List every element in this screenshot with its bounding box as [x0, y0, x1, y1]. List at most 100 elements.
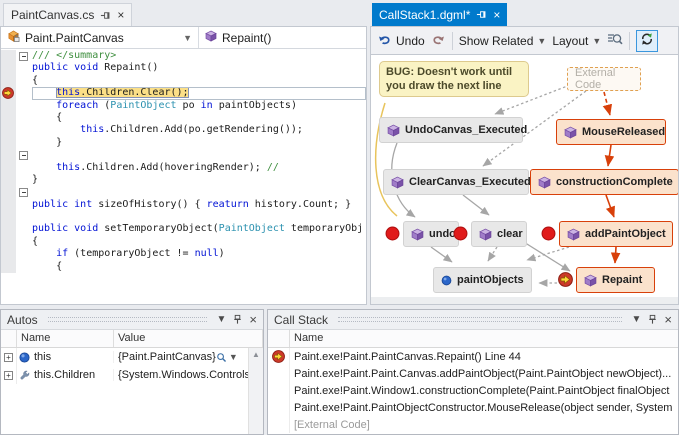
- code-line[interactable]: {: [1, 112, 366, 124]
- breakpoint-margin[interactable]: [1, 162, 16, 174]
- code-line-text[interactable]: this.Children.Add(hoveringRender); //: [32, 162, 366, 174]
- callstack-row[interactable]: Paint.exe!Paint.Window1.constructionComp…: [268, 382, 678, 399]
- code-line-text[interactable]: {: [32, 236, 366, 248]
- close-icon[interactable]: ×: [249, 312, 257, 327]
- code-line-text[interactable]: [32, 211, 366, 223]
- breakpoint-margin[interactable]: [1, 137, 16, 149]
- bug-note[interactable]: BUG: Doesn't work until you draw the nex…: [379, 61, 529, 97]
- callstack-row[interactable]: Paint.exe!Paint.PaintObjectConstructor.M…: [268, 399, 678, 416]
- tab-paintcanvas[interactable]: PaintCanvas.cs ×: [3, 3, 132, 26]
- code-line-text[interactable]: public int sizeOfHistory() { reaturn his…: [32, 199, 366, 211]
- close-icon[interactable]: ×: [664, 312, 672, 327]
- window-menu-icon[interactable]: ▼: [632, 314, 642, 325]
- code-line-text[interactable]: {: [32, 112, 366, 124]
- collapse-box-icon[interactable]: [19, 151, 28, 160]
- code-line[interactable]: }: [1, 137, 366, 149]
- code-line-text[interactable]: [32, 149, 366, 161]
- canvas-scrollbar-track[interactable]: [371, 297, 678, 304]
- code-line-text[interactable]: this.Children.Clear();: [32, 87, 366, 99]
- breakpoint-margin[interactable]: [1, 186, 16, 198]
- code-line[interactable]: this.Children.Add(po.getRendering());: [1, 124, 366, 136]
- dgml-node-mousereleased[interactable]: MouseReleased: [556, 119, 666, 145]
- code-line-text[interactable]: }: [32, 174, 366, 186]
- collapse-box-icon[interactable]: [19, 188, 28, 197]
- dgml-node-addpaintobject[interactable]: addPaintObject: [559, 221, 673, 247]
- column-header-value[interactable]: Value: [114, 330, 263, 347]
- value-tools[interactable]: ▼: [216, 352, 238, 363]
- dgml-node-undo[interactable]: undo: [403, 221, 459, 247]
- callstack-row[interactable]: Paint.exe!Paint.Paint.Canvas.addPaintObj…: [268, 365, 678, 382]
- method-selector[interactable]: Repaint(): [199, 27, 277, 48]
- drag-grip[interactable]: [48, 317, 207, 322]
- dgml-node-undocanvas-executed[interactable]: UndoCanvas_Executed: [379, 117, 523, 143]
- variable-name-cell[interactable]: this: [17, 351, 114, 363]
- expander-icon[interactable]: +: [4, 371, 13, 380]
- breakpoint-margin[interactable]: [1, 124, 16, 136]
- variable-value-cell[interactable]: {Paint.PaintCanvas}▼: [114, 351, 248, 363]
- dgml-node-clearcanvas-executed[interactable]: ClearCanvas_Executed: [383, 169, 529, 195]
- layout-dropdown[interactable]: Layout ▼: [552, 34, 601, 48]
- autos-titlebar[interactable]: Autos ▼ ×: [1, 310, 263, 330]
- dgml-node-constructioncomplete[interactable]: constructionComplete: [530, 169, 679, 195]
- code-line[interactable]: this.Children.Add(hoveringRender); //: [1, 162, 366, 174]
- code-line[interactable]: [1, 211, 366, 223]
- code-line-text[interactable]: public void Repaint(): [32, 62, 366, 74]
- code-line[interactable]: /// </summary>: [1, 50, 366, 62]
- sync-button[interactable]: [636, 30, 658, 52]
- chevron-down-icon[interactable]: ▼: [229, 352, 238, 362]
- callstack-row[interactable]: [External Code]: [268, 416, 678, 433]
- code-line-text[interactable]: {: [32, 75, 366, 87]
- code-line[interactable]: [1, 186, 366, 198]
- code-line[interactable]: foreach (PaintObject po in paintObjects): [1, 100, 366, 112]
- code-editor[interactable]: /// </summary>public void Repaint(){ thi…: [1, 50, 366, 304]
- collapse-box-icon[interactable]: [19, 52, 28, 61]
- breakpoint-margin[interactable]: [1, 62, 16, 74]
- breakpoint-margin[interactable]: [1, 248, 16, 260]
- code-line[interactable]: public void Repaint(): [1, 62, 366, 74]
- breakpoint-margin[interactable]: [1, 211, 16, 223]
- breakpoint-margin[interactable]: [1, 87, 16, 99]
- variable-value-cell[interactable]: {System.Windows.Controls: [114, 369, 248, 381]
- code-line[interactable]: this.Children.Clear();: [1, 87, 366, 99]
- breakpoint-margin[interactable]: [1, 50, 16, 62]
- code-line[interactable]: public void setTemporaryObject(PaintObje…: [1, 223, 366, 235]
- code-line[interactable]: if (temporaryObject != null): [1, 248, 366, 260]
- code-line-text[interactable]: }: [32, 137, 366, 149]
- breakpoint-margin[interactable]: [1, 75, 16, 87]
- code-line-text[interactable]: public void setTemporaryObject(PaintObje…: [32, 223, 366, 235]
- callstack-titlebar[interactable]: Call Stack ▼ ×: [268, 310, 678, 330]
- pin-icon[interactable]: [232, 314, 243, 325]
- code-line-text[interactable]: if (temporaryObject != null): [32, 248, 366, 260]
- breakpoint-margin[interactable]: [1, 199, 16, 211]
- breakpoint-icon[interactable]: [541, 226, 556, 246]
- pin-icon[interactable]: [100, 10, 111, 21]
- dgml-canvas[interactable]: BUG: Doesn't work until you draw the nex…: [370, 54, 679, 305]
- autos-row[interactable]: + this{Paint.PaintCanvas}▼: [1, 348, 248, 366]
- drag-grip[interactable]: [338, 317, 621, 322]
- pin-icon[interactable]: [476, 9, 487, 20]
- column-header-name[interactable]: Name: [290, 330, 678, 347]
- breakpoint-margin[interactable]: [1, 174, 16, 186]
- expander-icon[interactable]: +: [4, 353, 13, 362]
- code-line[interactable]: {: [1, 236, 366, 248]
- magnifier-icon[interactable]: [216, 352, 227, 363]
- dgml-node-clear[interactable]: clear: [471, 221, 527, 247]
- breakpoint-margin[interactable]: [1, 236, 16, 248]
- column-header-name[interactable]: Name: [17, 330, 114, 347]
- code-line-text[interactable]: this.Children.Add(po.getRendering());: [32, 124, 366, 136]
- code-line-text[interactable]: /// </summary>: [32, 50, 366, 62]
- dgml-node-external-code[interactable]: External Code: [567, 67, 641, 91]
- dgml-node-repaint[interactable]: Repaint: [576, 267, 655, 293]
- breakpoint-icon[interactable]: [385, 226, 400, 246]
- variable-name-cell[interactable]: this.Children: [17, 369, 114, 381]
- code-line-text[interactable]: {: [32, 261, 366, 273]
- code-line[interactable]: }: [1, 174, 366, 186]
- code-line[interactable]: {: [1, 261, 366, 273]
- zoom-to-fit-button[interactable]: [607, 31, 623, 50]
- breakpoint-margin[interactable]: [1, 100, 16, 112]
- autos-row[interactable]: + this.Children{System.Windows.Controls: [1, 366, 248, 384]
- tab-callstack-dgml[interactable]: CallStack1.dgml* ×: [372, 3, 507, 26]
- callstack-row[interactable]: Paint.exe!Paint.PaintCanvas.Repaint() Li…: [268, 348, 678, 365]
- breakpoint-icon[interactable]: [453, 226, 468, 246]
- close-icon[interactable]: ×: [493, 10, 500, 20]
